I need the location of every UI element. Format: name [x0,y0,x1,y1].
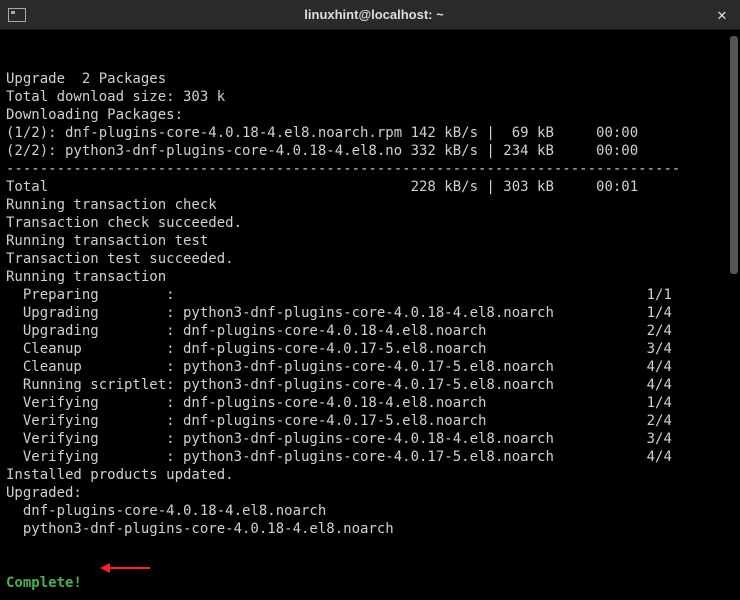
output-line: Upgraded: [6,484,734,502]
output-line: Transaction check succeeded. [6,214,734,232]
output-line: Verifying : dnf-plugins-core-4.0.18-4.el… [6,394,734,412]
output-line: Cleanup : python3-dnf-plugins-core-4.0.1… [6,358,734,376]
terminal-icon [8,8,26,22]
output-line: Verifying : python3-dnf-plugins-core-4.0… [6,430,734,448]
output-line: Installed products updated. [6,466,734,484]
output-line: ----------------------------------------… [6,160,734,178]
output-line: Verifying : python3-dnf-plugins-core-4.0… [6,448,734,466]
output-line: Transaction test succeeded. [6,250,734,268]
output-line: (2/2): python3-dnf-plugins-core-4.0.18-4… [6,142,734,160]
terminal-output[interactable]: Upgrade 2 PackagesTotal download size: 3… [0,30,740,600]
output-line: Cleanup : dnf-plugins-core-4.0.17-5.el8.… [6,340,734,358]
output-line: Running transaction [6,268,734,286]
output-line: Running transaction check [6,196,734,214]
output-line: (1/2): dnf-plugins-core-4.0.18-4.el8.noa… [6,124,734,142]
scrollbar-thumb[interactable] [730,36,738,274]
output-line: Upgrading : dnf-plugins-core-4.0.18-4.el… [6,322,734,340]
titlebar: linuxhint@localhost: ~ ✕ [0,0,740,30]
window-title: linuxhint@localhost: ~ [36,7,712,22]
output-line: Total download size: 303 k [6,88,734,106]
complete-text: Complete! [6,575,82,591]
output-line: Total 228 kB/s | 303 kB 00:01 [6,178,734,196]
output-line: Upgrading : python3-dnf-plugins-core-4.0… [6,304,734,322]
output-line: Preparing : 1/1 [6,286,734,304]
output-line: Running scriptlet: python3-dnf-plugins-c… [6,376,734,394]
close-icon[interactable]: ✕ [712,5,732,25]
output-line: dnf-plugins-core-4.0.18-4.el8.noarch [6,502,734,520]
output-line: python3-dnf-plugins-core-4.0.18-4.el8.no… [6,520,734,538]
output-line: Running transaction test [6,232,734,250]
output-line: Downloading Packages: [6,106,734,124]
output-line: Upgrade 2 Packages [6,70,734,88]
output-line: Verifying : dnf-plugins-core-4.0.17-5.el… [6,412,734,430]
